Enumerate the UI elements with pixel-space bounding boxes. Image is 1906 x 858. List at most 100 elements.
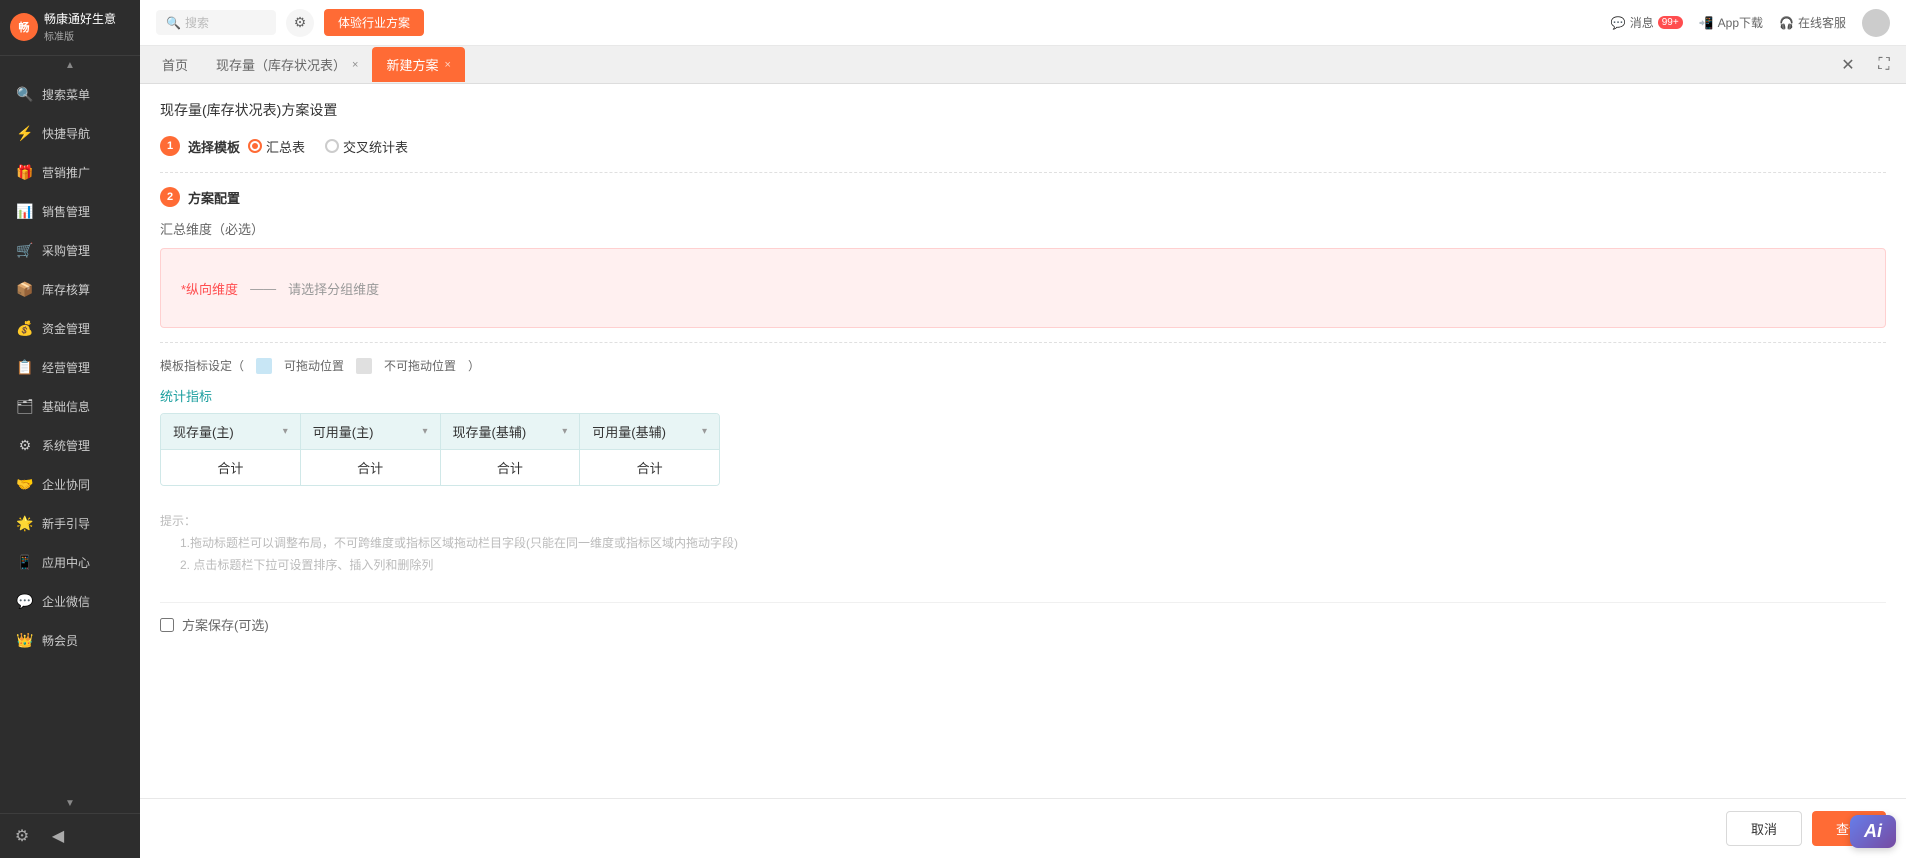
sidebar-item-inventory[interactable]: 📦 库存核算 (4, 271, 136, 309)
sidebar-logo: 畅 畅康通好生意 标准版 (0, 0, 140, 56)
sidebar-item-label: 库存核算 (42, 281, 90, 298)
tabbar-close-icon[interactable]: ✕ (1834, 51, 1862, 79)
finance-icon: 💰 (16, 320, 34, 338)
stats-cell-0: 合计 (161, 450, 301, 485)
radio-summary-dot (248, 139, 262, 153)
sidebar-item-label: 快捷导航 (42, 125, 90, 142)
stats-col-1-chevron: ▾ (422, 426, 427, 437)
stats-col-0[interactable]: 现存量(主) ▾ (161, 414, 301, 449)
summary-dimension-label: 汇总维度（必选） (160, 219, 1886, 238)
radio-cross-label: 交叉统计表 (343, 137, 408, 156)
stats-table-header: 现存量(主) ▾ 可用量(主) ▾ 现存量(基辅) ▾ 可用量(基辅) (161, 414, 719, 449)
stats-col-1[interactable]: 可用量(主) ▾ (301, 414, 441, 449)
radio-cross-dot (325, 139, 339, 153)
app-download-icon: 📲 (1699, 16, 1714, 30)
stats-table: 现存量(主) ▾ 可用量(主) ▾ 现存量(基辅) ▾ 可用量(基辅) (160, 413, 720, 486)
sidebar-item-finance[interactable]: 💰 资金管理 (4, 310, 136, 348)
tab-inventory[interactable]: 现存量（库存状况表） × (202, 47, 372, 82)
tab-home[interactable]: 首页 (148, 47, 202, 82)
topbar-search-box[interactable]: 🔍 搜索 (156, 10, 276, 35)
message-icon: 💬 (1611, 16, 1626, 30)
step1-header: 1 选择模板 汇总表 交叉统计表 (160, 136, 1886, 156)
app-download-btn[interactable]: 📲 App下载 (1699, 14, 1763, 31)
online-service-btn[interactable]: 🎧 在线客服 (1779, 14, 1846, 31)
sales-icon: 📊 (16, 203, 34, 221)
step2-section: 2 方案配置 汇总维度（必选） *纵向维度 —— 请选择分组维度 模板指标设定（ (160, 187, 1886, 586)
sidebar-item-app-center[interactable]: 📱 应用中心 (4, 544, 136, 582)
headphone-icon: 🎧 (1779, 16, 1794, 30)
sidebar-item-marketing[interactable]: 🎁 营销推广 (4, 154, 136, 192)
tab-home-label: 首页 (162, 55, 188, 74)
sidebar-item-guide[interactable]: 🌟 新手引导 (4, 505, 136, 543)
sidebar-item-operations[interactable]: 📋 经营管理 (4, 349, 136, 387)
stats-cell-1: 合计 (301, 450, 441, 485)
sidebar-item-label: 企业微信 (42, 593, 90, 610)
purchase-icon: 🛒 (16, 242, 34, 260)
search-icon: 🔍 (16, 86, 34, 104)
stats-col-2-label: 现存量(基辅) (453, 422, 527, 441)
message-badge: 99+ (1658, 16, 1683, 29)
sidebar-item-enterprise[interactable]: 🤝 企业协同 (4, 466, 136, 504)
save-option-label: 方案保存(可选) (182, 615, 269, 634)
radio-cross-table[interactable]: 交叉统计表 (325, 137, 408, 156)
save-checkbox[interactable] (160, 618, 174, 632)
stats-cell-2: 合计 (441, 450, 581, 485)
cancel-button[interactable]: 取消 (1726, 811, 1802, 846)
sidebar-item-system[interactable]: ⚙ 系统管理 (4, 427, 136, 465)
step2-title: 方案配置 (188, 188, 240, 207)
trial-button[interactable]: 体验行业方案 (324, 9, 424, 36)
tab-new-plan[interactable]: 新建方案 × (372, 47, 464, 82)
sidebar-item-label: 系统管理 (42, 437, 90, 454)
marketing-icon: 🎁 (16, 164, 34, 182)
sidebar-item-search[interactable]: 🔍 搜索菜单 (4, 76, 136, 114)
sidebar-item-purchase[interactable]: 🛒 采购管理 (4, 232, 136, 270)
sidebar-item-member[interactable]: 👑 畅会员 (4, 622, 136, 660)
user-avatar[interactable] (1862, 9, 1890, 37)
sidebar-item-basic-info[interactable]: 🗂 基础信息 (4, 388, 136, 426)
topbar-settings-btn[interactable]: ⚙ (286, 9, 314, 37)
app-name: 畅康通好生意 (44, 12, 116, 28)
template-radio-group: 汇总表 交叉统计表 (248, 137, 408, 156)
sidebar-item-wechat[interactable]: 💬 企业微信 (4, 583, 136, 621)
content-area: 现存量(库存状况表)方案设置 1 选择模板 汇总表 交叉统计表 (140, 84, 1906, 798)
tab-new-plan-close[interactable]: × (444, 59, 450, 71)
step1-badge: 1 (160, 136, 180, 156)
dimension-hint: 请选择分组维度 (288, 279, 379, 298)
sidebar-item-sales[interactable]: 📊 销售管理 (4, 193, 136, 231)
draggable-label: 可拖动位置 (284, 357, 344, 374)
radio-summary-table[interactable]: 汇总表 (248, 137, 305, 156)
stats-cell-3: 合计 (580, 450, 719, 485)
template-indicator-label: 模板指标设定（ (160, 357, 244, 374)
stats-col-0-label: 现存量(主) (173, 422, 234, 441)
step1-section: 1 选择模板 汇总表 交叉统计表 (160, 136, 1886, 156)
tab-inventory-close[interactable]: × (352, 59, 358, 71)
app-name-block: 畅康通好生意 标准版 (44, 12, 116, 43)
stats-col-3-label: 可用量(基辅) (592, 422, 666, 441)
dimension-arrow: —— (250, 281, 276, 296)
sidebar-scroll-down[interactable]: ▼ (0, 794, 140, 813)
dimension-area[interactable]: *纵向维度 —— 请选择分组维度 (160, 248, 1886, 328)
stats-col-2-chevron: ▾ (562, 426, 567, 437)
stats-col-1-label: 可用量(主) (313, 422, 374, 441)
settings-bottom-icon[interactable]: ⚙ (8, 822, 36, 850)
sidebar-item-quick-nav[interactable]: ⚡ 快捷导航 (4, 115, 136, 153)
sidebar: 畅 畅康通好生意 标准版 ▲ 🔍 搜索菜单 ⚡ 快捷导航 🎁 营销推广 📊 销售… (0, 0, 140, 858)
stats-col-3[interactable]: 可用量(基辅) ▾ (580, 414, 719, 449)
tab-new-plan-label: 新建方案 (386, 55, 438, 74)
collapse-icon[interactable]: ◀ (44, 822, 72, 850)
ai-badge[interactable]: Ai (1850, 815, 1896, 848)
guide-icon: 🌟 (16, 515, 34, 533)
message-label: 消息 (1630, 14, 1654, 31)
sidebar-item-label: 资金管理 (42, 320, 90, 337)
template-indicators: 模板指标设定（ 可拖动位置 不可拖动位置 ） (160, 357, 1886, 374)
operations-icon: 📋 (16, 359, 34, 377)
stats-col-2[interactable]: 现存量(基辅) ▾ (441, 414, 581, 449)
sidebar-item-label: 销售管理 (42, 203, 90, 220)
draggable-indicator-box (256, 358, 272, 374)
tips-area: 提示： 1.拖动标题栏可以调整布局，不可跨维度或指标区域拖动栏目字段(只能在同一… (160, 502, 1886, 586)
message-btn[interactable]: 💬 消息 99+ (1611, 14, 1683, 31)
enterprise-icon: 🤝 (16, 476, 34, 494)
topbar-search-icon: 🔍 (166, 16, 181, 30)
tabbar-expand-icon[interactable]: ⛶ (1870, 51, 1898, 79)
sidebar-scroll-up[interactable]: ▲ (0, 56, 140, 75)
